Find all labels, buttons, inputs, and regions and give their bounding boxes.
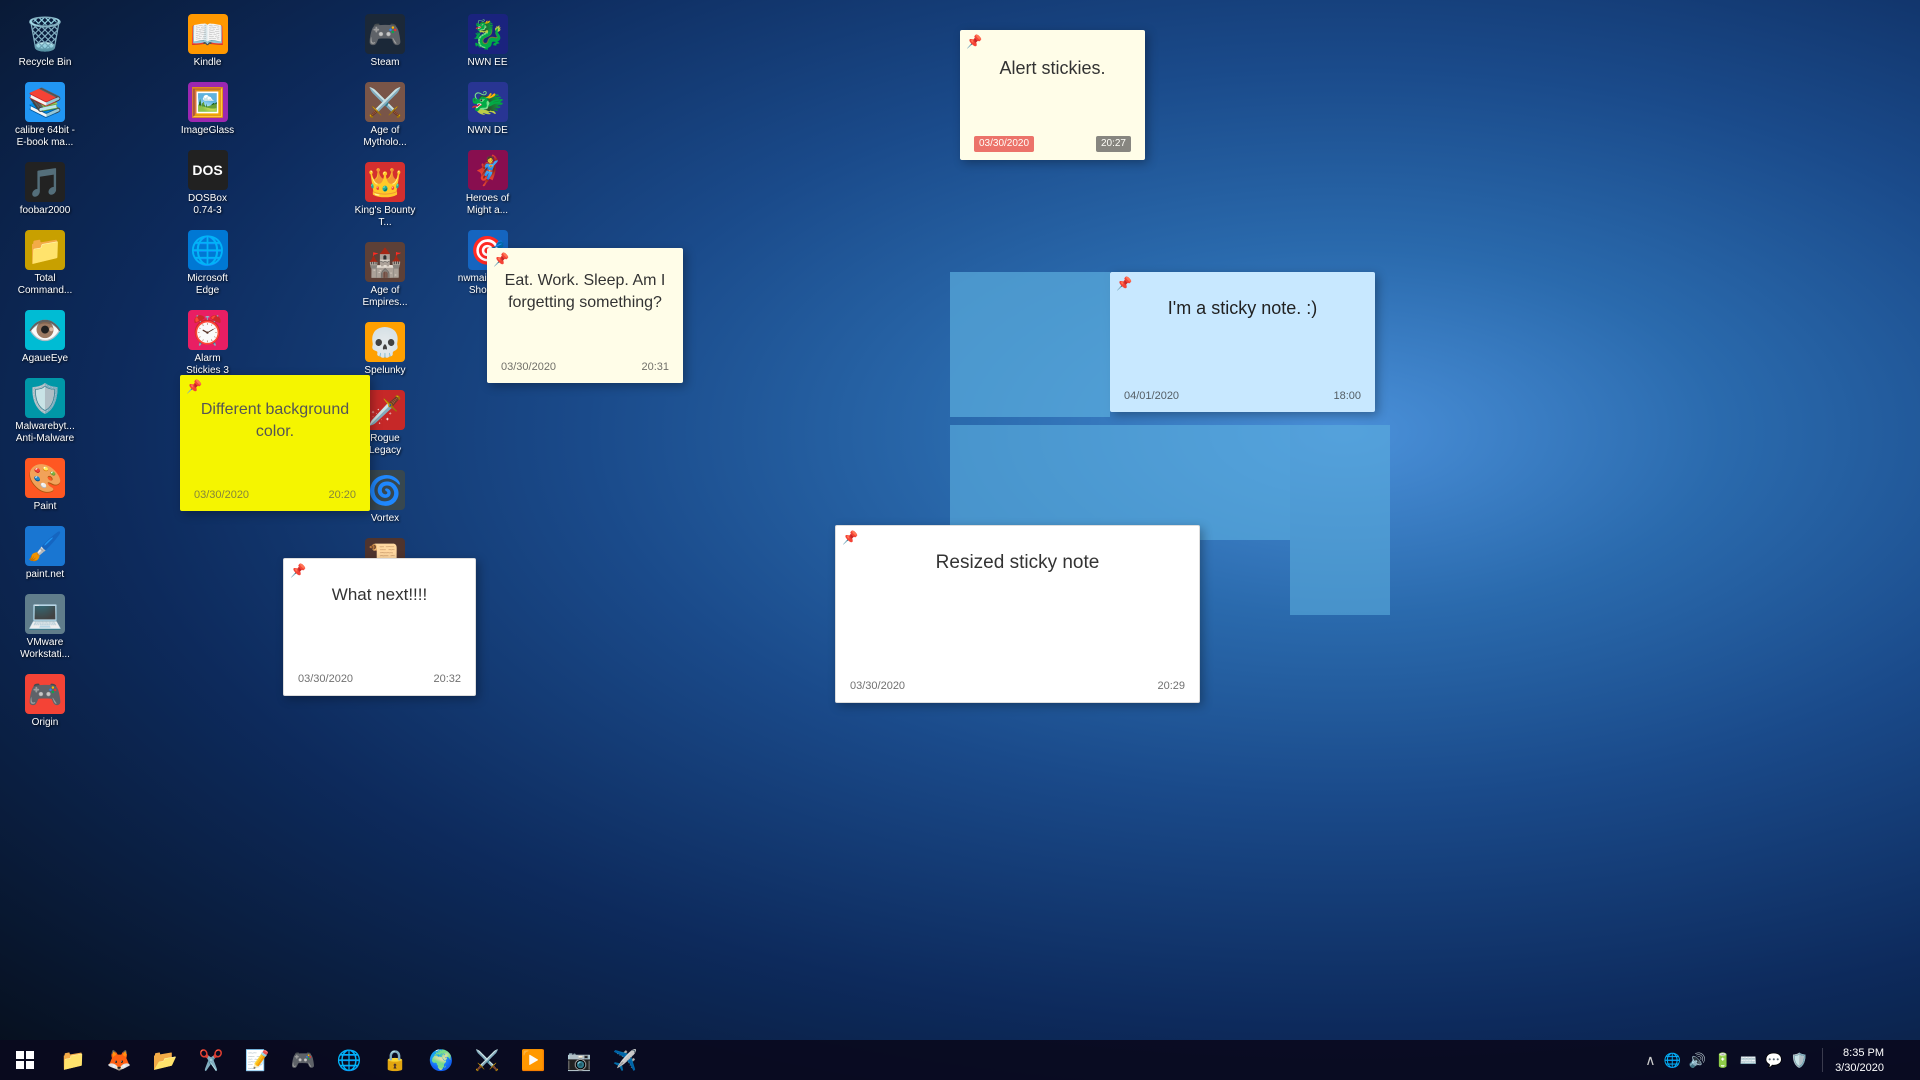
sticky-eat-work[interactable]: 📌 Eat. Work. Sleep. Am I forgetting some…	[487, 248, 683, 383]
icon-calibre[interactable]: 📚 calibre 64bit - E-book ma...	[10, 78, 80, 153]
icon-heroes[interactable]: 🦸 Heroes of Might a...	[453, 146, 523, 221]
sticky-pin-icon-4: 📌	[290, 562, 306, 580]
sticky-blue-placeholder-1	[950, 272, 1110, 417]
sticky-what-next-time: 20:32	[433, 672, 461, 687]
sticky-what-next-text: What next!!!!	[298, 583, 461, 607]
taskbar-word[interactable]: 📝	[234, 1040, 280, 1080]
icon-recycle-bin[interactable]: 🗑️ Recycle Bin	[10, 10, 80, 73]
icon-foobar[interactable]: 🎵 foobar2000	[10, 158, 80, 221]
tray-up-arrow[interactable]: ∧	[1643, 1050, 1657, 1071]
sticky-eat-work-date: 03/30/2020	[501, 360, 556, 375]
icon-age-empires[interactable]: 🏰 Age of Empires...	[350, 238, 420, 313]
taskbar: 📁 🦊 📂 ✂️ 📝 🎮 🌐 🔒 🌍 ⚔️ ▶️ 📷 ✈️ ∧ 🌐 🔊 🔋 ⌨️…	[0, 1040, 1920, 1080]
sticky-pin-icon: 📌	[966, 33, 982, 51]
taskbar-lock[interactable]: 🔒	[372, 1040, 418, 1080]
sticky-yellow-time: 20:20	[328, 488, 356, 503]
taskbar-browser2[interactable]: 🌍	[418, 1040, 464, 1080]
show-desktop-button[interactable]	[1902, 1040, 1910, 1080]
taskbar-time: 8:35 PM	[1835, 1046, 1884, 1061]
taskbar-system-tray: ∧ 🌐 🔊 🔋 ⌨️ 💬 🛡️ 8:35 PM 3/30/2020	[1633, 1040, 1920, 1080]
sticky-blue-placeholder-2	[950, 425, 1110, 540]
sticky-blue-placeholder-4	[1290, 425, 1390, 615]
sticky-pin-icon-3: 📌	[186, 378, 202, 396]
taskbar-game2[interactable]: ⚔️	[464, 1040, 510, 1080]
sticky-eat-work-text: Eat. Work. Sleep. Am I forgetting someth…	[501, 270, 669, 315]
icon-spelunky[interactable]: 💀 Spelunky	[350, 318, 420, 381]
icon-kings-bounty[interactable]: 👑 King's Bounty T...	[350, 158, 420, 233]
sticky-what-next[interactable]: 📌 What next!!!! 03/30/2020 20:32	[283, 558, 476, 696]
sticky-resized[interactable]: 📌 Resized sticky note 03/30/2020 20:29	[835, 525, 1200, 703]
tray-volume[interactable]: 🔊	[1687, 1050, 1708, 1071]
icon-edge[interactable]: 🌐 Microsoft Edge	[173, 226, 243, 301]
icon-vmware[interactable]: 💻 VMware Workstati...	[10, 590, 80, 665]
sticky-im-sticky-footer: 04/01/2020 18:00	[1124, 389, 1361, 404]
sticky-im-sticky-text: I'm a sticky note. :)	[1124, 296, 1361, 321]
icon-malwarebytes[interactable]: 🛡️ Malwarebyt... Anti-Malware	[10, 374, 80, 449]
taskbar-file-explorer[interactable]: 📁	[50, 1040, 96, 1080]
sticky-resized-date: 03/30/2020	[850, 679, 905, 694]
sticky-resized-footer: 03/30/2020 20:29	[850, 679, 1185, 694]
sticky-im-sticky[interactable]: 📌 I'm a sticky note. :) 04/01/2020 18:00	[1110, 272, 1375, 412]
icon-totalcmd[interactable]: 📁 Total Command...	[10, 226, 80, 301]
sticky-eat-work-time: 20:31	[641, 360, 669, 375]
taskbar-clock[interactable]: 8:35 PM 3/30/2020	[1835, 1046, 1884, 1073]
taskbar-explorer2[interactable]: 📂	[142, 1040, 188, 1080]
icon-origin[interactable]: 🎮 Origin	[10, 670, 80, 733]
sticky-yellow-date: 03/30/2020	[194, 488, 249, 503]
taskbar-date: 3/30/2020	[1835, 1062, 1884, 1074]
sticky-im-sticky-date: 04/01/2020	[1124, 389, 1179, 404]
icon-steam[interactable]: 🎮 Steam	[350, 10, 420, 73]
sticky-resized-text: Resized sticky note	[850, 550, 1185, 577]
sticky-eat-work-footer: 03/30/2020 20:31	[501, 360, 669, 375]
sticky-pin-icon-2: 📌	[493, 251, 509, 269]
icon-agaueeye[interactable]: 👁️ AgaueEye	[10, 306, 80, 369]
tray-network[interactable]: 🌐	[1661, 1050, 1682, 1071]
icon-nwn-ee[interactable]: 🐉 NWN EE	[453, 10, 523, 73]
tray-keyboard[interactable]: ⌨️	[1738, 1050, 1759, 1071]
sticky-pin-icon-6: 📌	[842, 529, 858, 547]
tray-divider	[1822, 1048, 1823, 1072]
sticky-alert-time: 20:27	[1096, 136, 1131, 152]
icon-imageglass[interactable]: 🖼️ ImageGlass	[173, 78, 243, 141]
icon-kindle[interactable]: 📖 Kindle	[173, 10, 243, 73]
taskbar-scissors[interactable]: ✂️	[188, 1040, 234, 1080]
tray-shield[interactable]: 🛡️	[1789, 1050, 1810, 1071]
taskbar-apps: 📁 🦊 📂 ✂️ 📝 🎮 🌐 🔒 🌍 ⚔️ ▶️ 📷 ✈️	[50, 1040, 1633, 1080]
icon-paint[interactable]: 🎨 Paint	[10, 454, 80, 517]
sticky-yellow-footer: 03/30/2020 20:20	[194, 488, 356, 503]
sticky-alert-footer: 03/30/2020 20:27	[974, 136, 1131, 152]
sticky-yellow-text: Different background color.	[194, 399, 356, 444]
taskbar-chrome[interactable]: 🌐	[326, 1040, 372, 1080]
sticky-what-next-date: 03/30/2020	[298, 672, 353, 687]
system-tray-icons: ∧ 🌐 🔊 🔋 ⌨️ 💬 🛡️	[1643, 1050, 1810, 1071]
start-button[interactable]	[0, 1040, 50, 1080]
icon-age-mythology[interactable]: ⚔️ Age of Mytholo...	[350, 78, 420, 153]
taskbar-twitter[interactable]: ✈️	[602, 1040, 648, 1080]
sticky-blue-placeholder-3	[1110, 425, 1290, 540]
icon-nwn-de[interactable]: 🐲 NWN DE	[453, 78, 523, 141]
taskbar-game1[interactable]: 🎮	[280, 1040, 326, 1080]
sticky-alert-date: 03/30/2020	[974, 136, 1034, 152]
icon-dosbox[interactable]: DOS DOSBox 0.74-3	[173, 146, 243, 221]
icon-paintnet[interactable]: 🖌️ paint.net	[10, 522, 80, 585]
taskbar-media[interactable]: ▶️	[510, 1040, 556, 1080]
taskbar-photo[interactable]: 📷	[556, 1040, 602, 1080]
sticky-yellow[interactable]: 📌 Different background color. 03/30/2020…	[180, 375, 370, 511]
tray-battery[interactable]: 🔋	[1712, 1050, 1733, 1071]
sticky-pin-icon-5: 📌	[1116, 275, 1132, 293]
sticky-im-sticky-time: 18:00	[1333, 389, 1361, 404]
icon-alarm[interactable]: ⏰ Alarm Stickies 3	[173, 306, 243, 381]
sticky-alert[interactable]: 📌 Alert stickies. 03/30/2020 20:27	[960, 30, 1145, 160]
sticky-what-next-footer: 03/30/2020 20:32	[298, 672, 461, 687]
taskbar-firefox[interactable]: 🦊	[96, 1040, 142, 1080]
tray-message[interactable]: 💬	[1763, 1050, 1784, 1071]
sticky-alert-text: Alert stickies.	[974, 56, 1131, 81]
sticky-resized-time: 20:29	[1157, 679, 1185, 694]
